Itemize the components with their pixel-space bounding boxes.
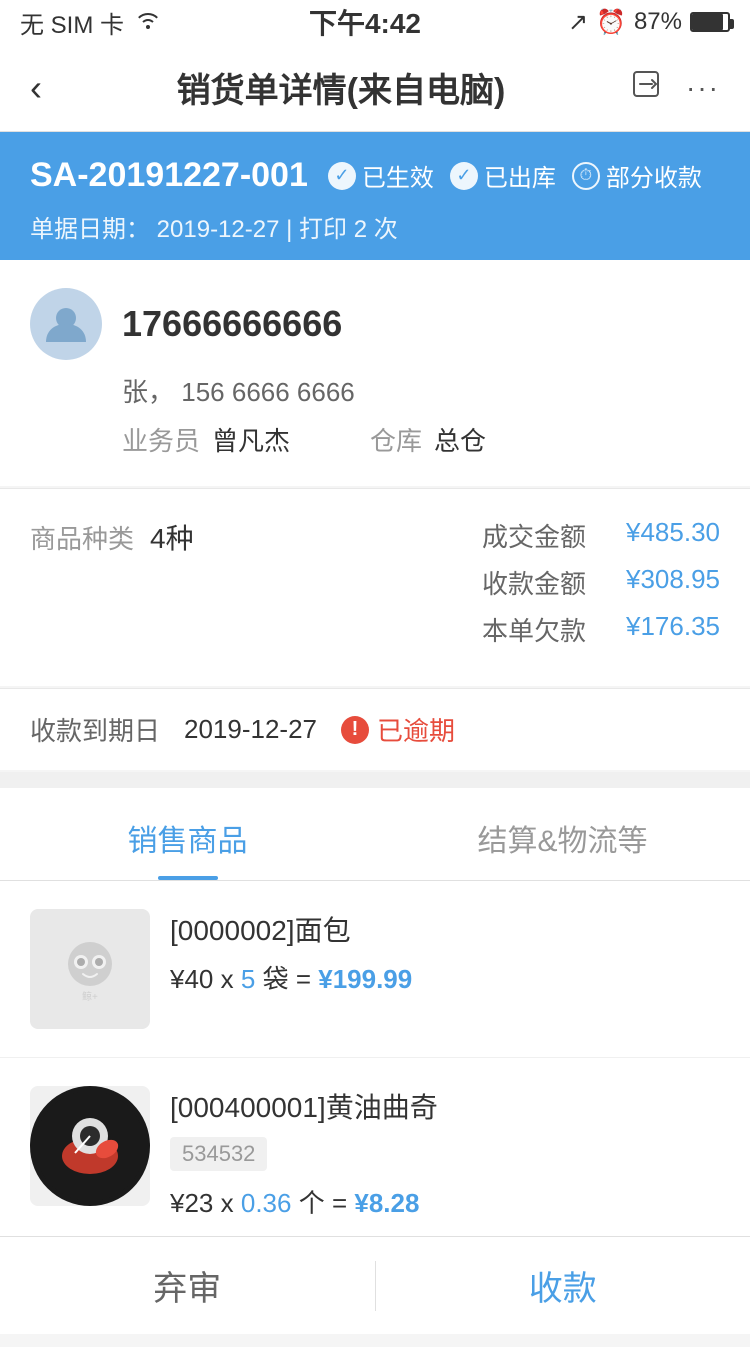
user-icon (42, 300, 90, 348)
due-date-value: 2019-12-27 (184, 714, 317, 745)
cancel-button[interactable]: 弃审 (0, 1241, 375, 1330)
product-thumb-1: 鲸+ (30, 909, 150, 1029)
product-price-1: ¥40 x 5 袋 = ¥199.99 (170, 959, 720, 996)
section-divider (0, 772, 750, 788)
back-button[interactable]: ‹ (30, 57, 52, 119)
amount-value: ¥485.30 (626, 517, 720, 554)
location-icon: ↗ (568, 8, 588, 37)
confirm-button[interactable]: 收款 (376, 1241, 750, 1330)
badge-partial: ⏱ 部分收款 (572, 158, 702, 193)
order-id-row: SA-20191227-001 ✓ 已生效 ✓ 已出库 ⏱ 部分收款 (30, 156, 720, 195)
sales-person: 曾凡杰 (212, 421, 290, 458)
page-title: 销货单详情(来自电脑) (52, 63, 630, 112)
customer-name-row: 张， 156 6666 6666 (30, 372, 720, 409)
wifi-icon (134, 8, 162, 36)
overdue-text: 已逾期 (377, 711, 455, 748)
badge-shipped: ✓ 已出库 (450, 158, 556, 193)
overdue-icon: ! (341, 716, 369, 744)
tabs: 销售商品 结算&物流等 (0, 788, 750, 881)
status-bar: 无 SIM 卡 下午4:42 ↗ ⏰ 87% (0, 0, 750, 44)
sales-meta: 业务员 曾凡杰 (122, 421, 290, 458)
status-carrier: 无 SIM 卡 (20, 5, 162, 40)
order-date-row: 单据日期： 2019-12-27 | 打印 2 次 (30, 209, 720, 244)
badge-active: ✓ 已生效 (328, 158, 434, 193)
warehouse-meta: 仓库 总仓 (370, 421, 486, 458)
tab-settlement[interactable]: 结算&物流等 (375, 788, 750, 880)
check-icon-active: ✓ (328, 162, 356, 190)
header-banner: SA-20191227-001 ✓ 已生效 ✓ 已出库 ⏱ 部分收款 单据日期：… (0, 132, 750, 260)
order-date: 2019-12-27 (157, 216, 280, 243)
carrier-text: 无 SIM 卡 (20, 5, 124, 40)
product-placeholder-icon: 鲸+ (55, 934, 125, 1004)
customer-section: 17666666666 张， 156 6666 6666 业务员 曾凡杰 仓库 … (0, 260, 750, 486)
status-time: 下午4:42 (309, 2, 421, 42)
product-sku-2: 534532 (170, 1137, 267, 1171)
clock-icon: ⏱ (572, 162, 600, 190)
product-kinds: 商品种类 4种 (30, 517, 194, 557)
product-name-1: [0000002]面包 (170, 909, 720, 949)
received-value: ¥308.95 (626, 564, 720, 601)
status-right: ↗ ⏰ 87% (568, 8, 730, 37)
product-item-2: [000400001]黄油曲奇 534532 ¥23 x 0.36 个 = ¥8… (0, 1058, 750, 1249)
product-price-2: ¥23 x 0.36 个 = ¥8.28 (170, 1183, 720, 1220)
debt-value: ¥176.35 (626, 611, 720, 648)
share-button[interactable] (630, 68, 662, 108)
status-badges: ✓ 已生效 ✓ 已出库 ⏱ 部分收款 (328, 158, 702, 193)
amount-line: 成交金额 ¥485.30 (482, 517, 720, 554)
product-thumb-2 (30, 1086, 150, 1206)
svg-text:鲸+: 鲸+ (82, 990, 98, 1003)
avatar (30, 288, 102, 360)
warehouse-name: 总仓 (434, 421, 486, 458)
overdue-badge: ! 已逾期 (341, 711, 455, 748)
stats-section: 商品种类 4种 成交金额 ¥485.30 收款金额 ¥308.95 本单欠款 ¥… (0, 489, 750, 686)
stats-row: 商品种类 4种 成交金额 ¥485.30 收款金额 ¥308.95 本单欠款 ¥… (30, 517, 720, 658)
nav-actions: ··· (630, 68, 720, 108)
battery-text: 87% (634, 8, 682, 36)
alarm-icon: ⏰ (596, 8, 626, 37)
financial-stats: 成交金额 ¥485.30 收款金额 ¥308.95 本单欠款 ¥176.35 (482, 517, 720, 658)
product-name-2: [000400001]黄油曲奇 (170, 1086, 720, 1126)
product-total-2: ¥8.28 (354, 1188, 419, 1218)
kind-count: 4种 (150, 517, 194, 557)
tab-products[interactable]: 销售商品 (0, 788, 375, 880)
order-id: SA-20191227-001 (30, 156, 308, 195)
battery-bar (690, 12, 730, 32)
more-button[interactable]: ··· (686, 72, 720, 104)
debt-line: 本单欠款 ¥176.35 (482, 611, 720, 648)
customer-header: 17666666666 (30, 288, 720, 360)
nav-bar: ‹ 销货单详情(来自电脑) ··· (0, 44, 750, 132)
product-item: 鲸+ [0000002]面包 ¥40 x 5 袋 = ¥199.99 (0, 881, 750, 1058)
check-icon-shipped: ✓ (450, 162, 478, 190)
product-info-2: [000400001]黄油曲奇 534532 ¥23 x 0.36 个 = ¥8… (170, 1086, 720, 1220)
customer-meta: 业务员 曾凡杰 仓库 总仓 (30, 421, 720, 458)
product-image-icon (35, 1091, 145, 1201)
customer-phone: 17666666666 (122, 303, 342, 345)
received-line: 收款金额 ¥308.95 (482, 564, 720, 601)
due-date-section: 收款到期日 2019-12-27 ! 已逾期 (0, 689, 750, 770)
bottom-actions: 弃审 收款 (0, 1236, 750, 1334)
products-list: 鲸+ [0000002]面包 ¥40 x 5 袋 = ¥199.99 (0, 881, 750, 1249)
product-info-1: [0000002]面包 ¥40 x 5 袋 = ¥199.99 (170, 909, 720, 996)
product-total-1: ¥199.99 (318, 964, 412, 994)
